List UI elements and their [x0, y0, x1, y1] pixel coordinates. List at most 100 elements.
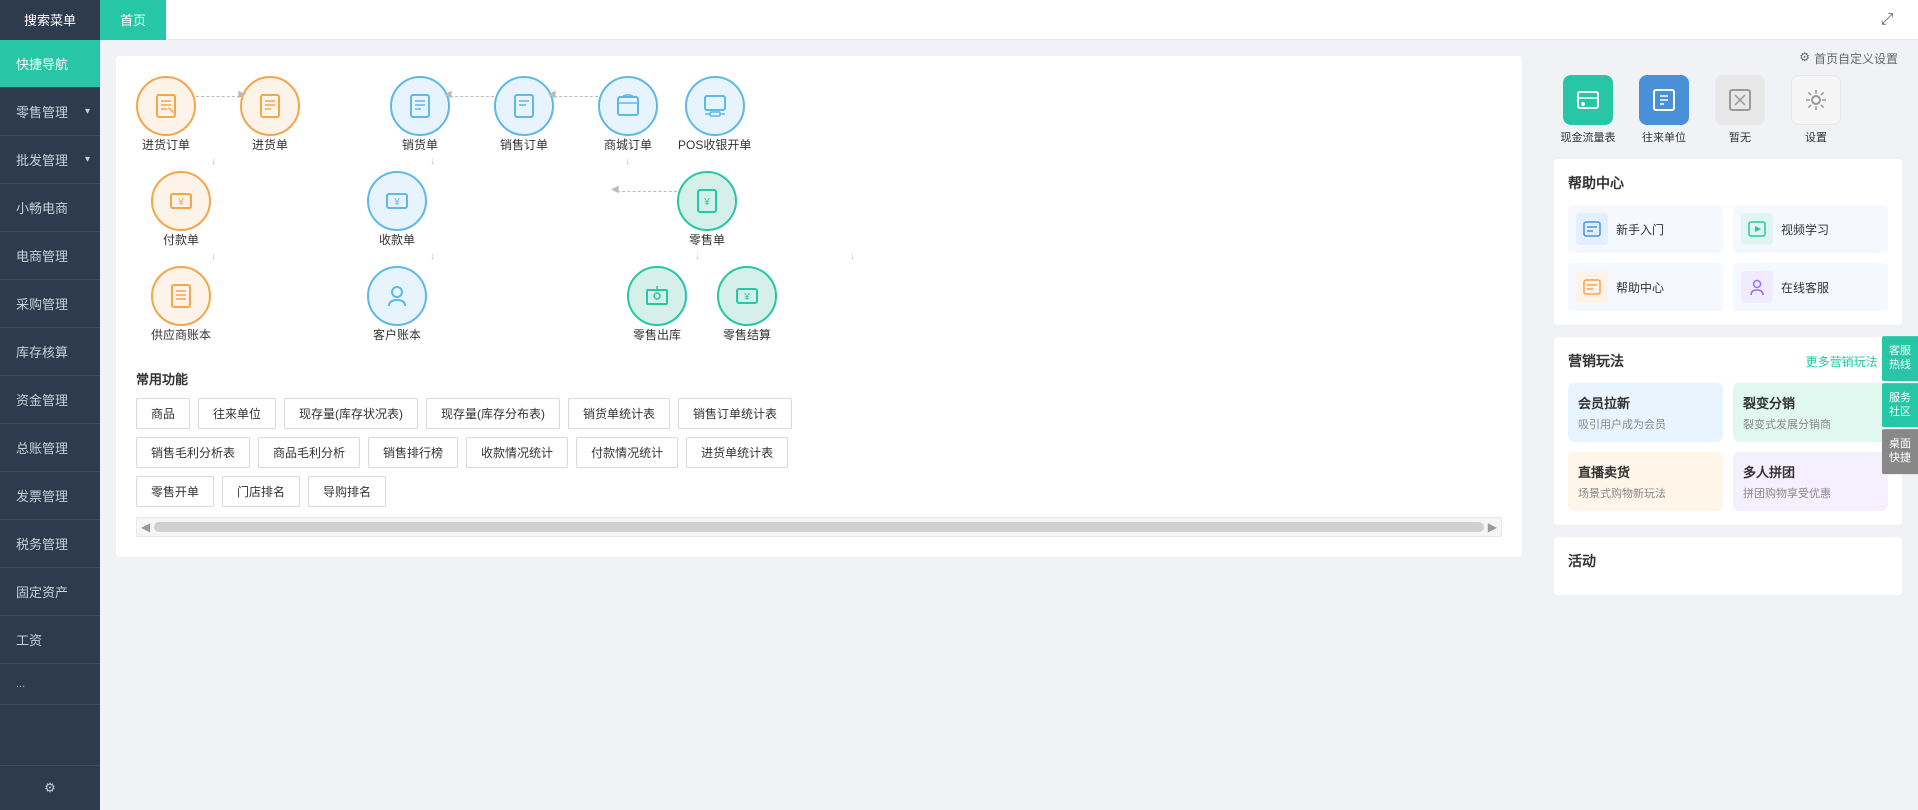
float-btn-service[interactable]: 客服热线 [1882, 336, 1918, 381]
group-title: 多人拼团 [1743, 462, 1878, 481]
sidebar-item-quicknav[interactable]: 快捷导航 [0, 40, 100, 88]
help-item-video[interactable]: 视频学习 [1733, 205, 1888, 253]
func-btn-receipt-stat[interactable]: 收款情况统计 [466, 437, 568, 468]
func-btn-inventory2[interactable]: 现存量(库存分布表) [426, 398, 560, 429]
sidebar-item-inventory[interactable]: 库存核算 [0, 328, 100, 376]
quick-access-section: 现金流量表 往来单位 暂无 [1554, 75, 1902, 145]
mall-order-icon [598, 76, 658, 136]
sidebar-item-more[interactable]: ... [0, 664, 100, 705]
node-pos[interactable]: POS收银开单 [678, 76, 751, 153]
sidebar-item-label: 电商管理 [16, 246, 68, 265]
marketing-more-link[interactable]: 更多营销玩法 > [1806, 353, 1888, 370]
newbie-icon [1576, 213, 1608, 245]
func-btn-sales-stat[interactable]: 销货单统计表 [568, 398, 670, 429]
node-payment[interactable]: ¥ 付款单 [151, 171, 211, 248]
scroll-right-arrow[interactable]: ▶ [1488, 520, 1497, 534]
node-purchase-order[interactable]: 进货订单 [136, 76, 196, 153]
marketing-item-group[interactable]: 多人拼团 拼团购物享受优惠 [1733, 452, 1888, 511]
sidebar-item-label: 零售管理 [16, 102, 68, 121]
arrow-down-4: ↓ [181, 252, 246, 262]
func-btn-goods[interactable]: 商品 [136, 398, 190, 429]
sidebar-settings-button[interactable]: ⚙ [0, 765, 100, 810]
scroll-thumb[interactable] [154, 522, 1484, 532]
sidebar-item-assets[interactable]: 固定资产 [0, 568, 100, 616]
node-retail-warehouse[interactable]: 零售出库 [627, 266, 687, 343]
search-menu-button[interactable]: 搜索菜单 [0, 0, 100, 40]
sidebar-item-label: ... [16, 678, 25, 690]
func-btn-sales-rank[interactable]: 销售排行榜 [368, 437, 458, 468]
tab-home[interactable]: 首页 [100, 0, 166, 40]
video-icon [1741, 213, 1773, 245]
receipt-label: 收款单 [379, 231, 415, 248]
func-btn-goods-profit[interactable]: 商品毛利分析 [258, 437, 360, 468]
sidebar-item-salary[interactable]: 工资 [0, 616, 100, 664]
cashflow-label: 现金流量表 [1561, 129, 1616, 145]
qa-item-contacts[interactable]: 往来单位 [1630, 75, 1698, 145]
retail-settlement-icon: ¥ [717, 266, 777, 326]
marketing-card: 营销玩法 更多营销玩法 > 会员拉新 吸引用户成为会员 裂变分销 裂变式发展分销… [1554, 337, 1902, 525]
gear-icon: ⚙ [44, 780, 56, 796]
pos-label: POS收银开单 [678, 136, 751, 153]
scroll-left-arrow[interactable]: ◀ [141, 520, 150, 534]
fission-desc: 裂变式发展分销商 [1743, 416, 1878, 432]
sidebar-item-label: 小畅电商 [16, 198, 68, 217]
activity-title: 活动 [1568, 551, 1888, 571]
qa-item-none[interactable]: 暂无 [1706, 75, 1774, 145]
marketing-item-live[interactable]: 直播卖货 场景式购物新玩法 [1568, 452, 1723, 511]
func-btn-retail-order[interactable]: 零售开单 [136, 476, 214, 507]
sidebar-item-ledger[interactable]: 总账管理 [0, 424, 100, 472]
node-retail-settlement[interactable]: ¥ 零售结算 [717, 266, 777, 343]
marketing-item-fission[interactable]: 裂变分销 裂变式发展分销商 [1733, 383, 1888, 442]
horizontal-scrollbar[interactable]: ◀ ▶ [136, 517, 1502, 537]
marketing-header: 营销玩法 更多营销玩法 > [1568, 351, 1888, 371]
payment-icon: ¥ [151, 171, 211, 231]
sidebar-item-label: 批发管理 [16, 150, 68, 169]
home-setting-link[interactable]: ⚙ 首页自定义设置 [1554, 50, 1902, 67]
func-btn-store-rank[interactable]: 门店排名 [222, 476, 300, 507]
node-customer-account[interactable]: 客户账本 [367, 266, 427, 343]
activity-card: 活动 [1554, 537, 1902, 595]
float-btn-community[interactable]: 服务社区 [1882, 383, 1918, 428]
marketing-item-member[interactable]: 会员拉新 吸引用户成为会员 [1568, 383, 1723, 442]
func-btn-sales-order-stat[interactable]: 销售订单统计表 [678, 398, 792, 429]
node-sales-bill[interactable]: 销货单 [390, 76, 450, 153]
float-buttons: 客服热线 服务社区 桌面快捷 [1882, 336, 1918, 474]
node-purchase-bill[interactable]: 进货单 [240, 76, 300, 153]
payment-label: 付款单 [163, 231, 199, 248]
sidebar-item-label: 税务管理 [16, 534, 68, 553]
help-item-newbie[interactable]: 新手入门 [1568, 205, 1723, 253]
node-sales-order[interactable]: 销售订单 [494, 76, 554, 153]
qa-item-cashflow[interactable]: 现金流量表 [1554, 75, 1622, 145]
sidebar-item-ecommerce[interactable]: 小畅电商 [0, 184, 100, 232]
qa-item-settings[interactable]: 设置 [1782, 75, 1850, 145]
node-retail-order[interactable]: ¥ 零售单 [677, 171, 737, 248]
sidebar-item-ecommerce-mgmt[interactable]: 电商管理 [0, 232, 100, 280]
node-supplier-account[interactable]: 供应商账本 [151, 266, 211, 343]
sidebar-item-wholesale[interactable]: 批发管理 ▾ [0, 136, 100, 184]
sidebar-item-tax[interactable]: 税务管理 [0, 520, 100, 568]
sidebar-item-purchase[interactable]: 采购管理 [0, 280, 100, 328]
help-item-help[interactable]: 帮助中心 [1568, 263, 1723, 311]
func-btn-payment-stat[interactable]: 付款情况统计 [576, 437, 678, 468]
sidebar: 快捷导航 零售管理 ▾ 批发管理 ▾ 小畅电商 电商管理 采购管理 库存核算 资… [0, 40, 100, 810]
sidebar-item-invoice[interactable]: 发票管理 [0, 472, 100, 520]
live-title: 直播卖货 [1578, 462, 1713, 481]
sidebar-item-finance[interactable]: 资金管理 [0, 376, 100, 424]
float-btn-desktop[interactable]: 桌面快捷 [1882, 429, 1918, 474]
none-icon [1715, 75, 1765, 125]
help-item-service[interactable]: 在线客服 [1733, 263, 1888, 311]
sidebar-item-retail[interactable]: 零售管理 ▾ [0, 88, 100, 136]
chevron-down-icon: ▾ [85, 106, 90, 117]
home-setting-label: 首页自定义设置 [1814, 50, 1898, 67]
node-mall-order[interactable]: 商城订单 [598, 76, 658, 153]
func-btn-guide-rank[interactable]: 导购排名 [308, 476, 386, 507]
sidebar-item-label: 工资 [16, 630, 42, 649]
svg-text:¥: ¥ [177, 197, 184, 208]
func-btn-sales-profit[interactable]: 销售毛利分析表 [136, 437, 250, 468]
func-btn-purchase-stat[interactable]: 进货单统计表 [686, 437, 788, 468]
func-btn-contacts[interactable]: 往来单位 [198, 398, 276, 429]
node-receipt[interactable]: ¥ 收款单 [367, 171, 427, 248]
arrow-down-6: ↓ [665, 252, 730, 262]
fullscreen-button[interactable]: ⤢ [1872, 5, 1902, 35]
func-btn-inventory1[interactable]: 现存量(库存状况表) [284, 398, 418, 429]
